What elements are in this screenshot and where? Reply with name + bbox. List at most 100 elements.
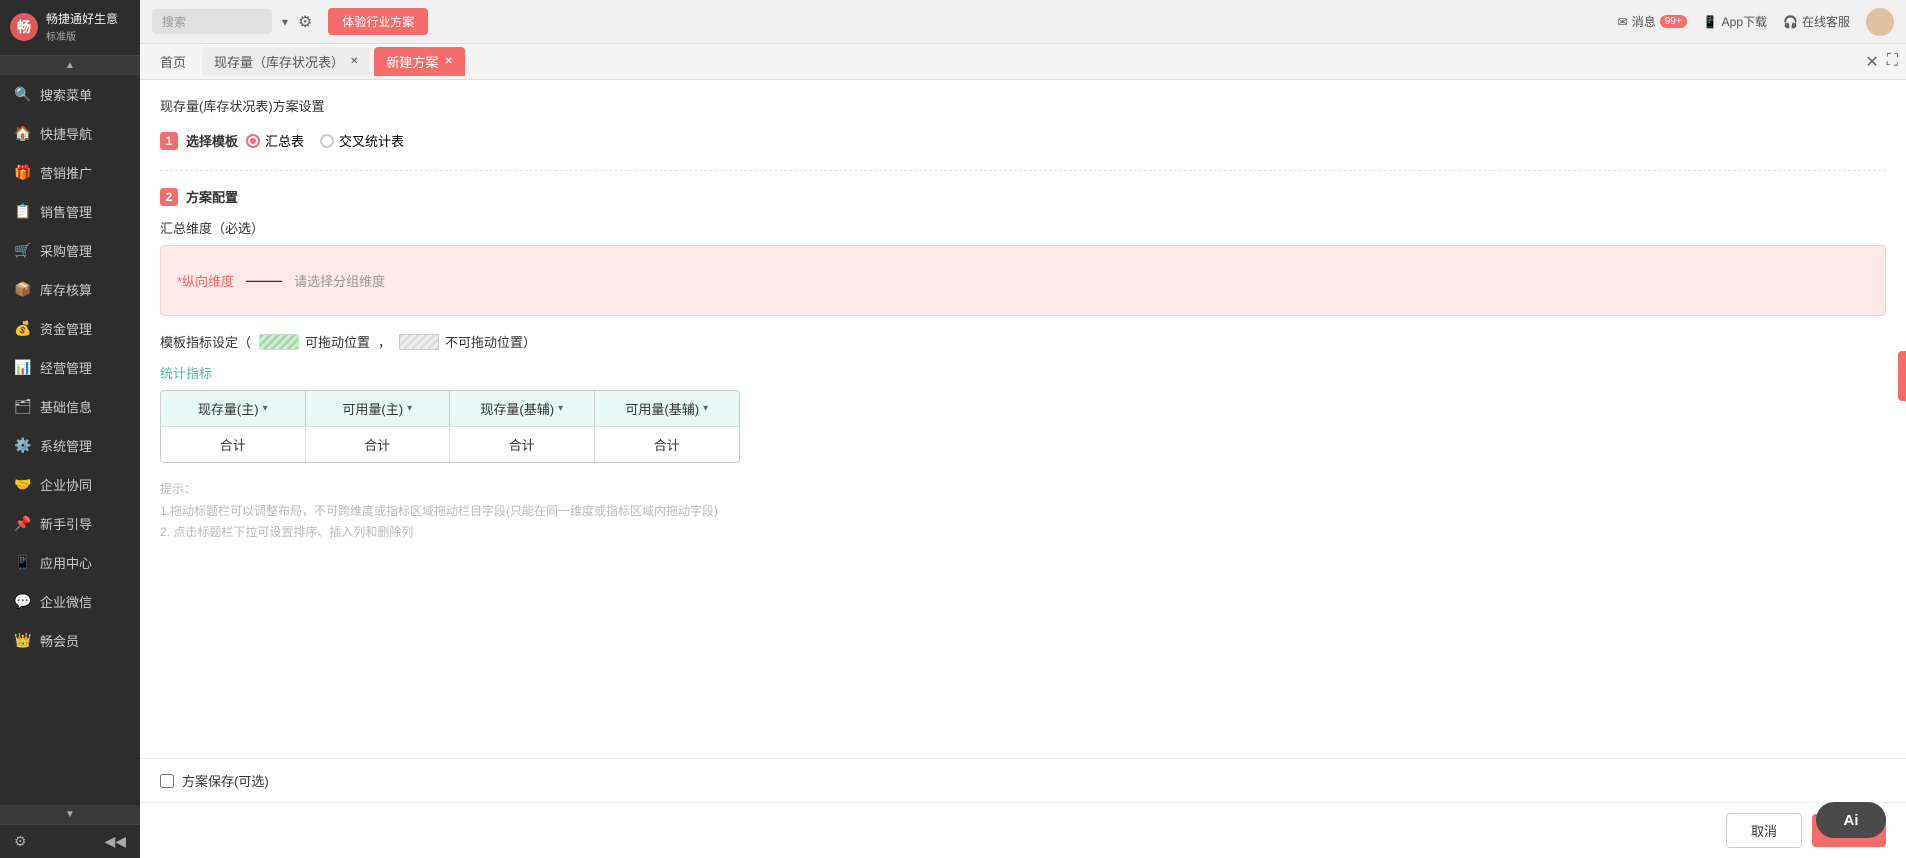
sidebar-item-management-label: 经营管理: [40, 358, 92, 377]
user-avatar[interactable]: [1866, 8, 1894, 36]
sidebar-item-management[interactable]: 📊 经营管理: [0, 348, 140, 387]
industry-btn[interactable]: 体验行业方案: [328, 8, 428, 35]
sidebar-item-marketing-label: 营销推广: [40, 163, 92, 182]
radio-summary[interactable]: 汇总表: [246, 131, 304, 150]
stats-header-cell-0[interactable]: 现存量(主) ▾: [161, 391, 306, 426]
dimension-area[interactable]: *纵向维度 —— 请选择分组维度: [160, 245, 1886, 316]
message-icon: ✉: [1618, 15, 1628, 29]
tab-new-scheme-close-icon[interactable]: ✕: [444, 56, 452, 67]
sidebar-item-basic[interactable]: 🗂 基础信息: [0, 387, 140, 426]
sidebar-item-inventory-label: 库存核算: [40, 280, 92, 299]
ai-float-btn[interactable]: Ai: [1816, 802, 1886, 838]
sidebar-item-system[interactable]: ⚙️ 系统管理: [0, 426, 140, 465]
content-area: 现存量(库存状况表)方案设置 1 选择模板 汇总表 交叉统计表: [140, 80, 1906, 758]
action-bar: 取消 查询: [140, 802, 1906, 858]
topbar-search-display: 搜索: [152, 9, 272, 34]
tips-area: 提示： 1.拖动标题栏可以调整布局，不可跨维度或指标区域拖动栏目字段(只能在同一…: [160, 479, 1886, 544]
sidebar-item-newbie[interactable]: 📌 新手引导: [0, 504, 140, 543]
radio-summary-label: 汇总表: [265, 131, 304, 150]
sidebar-item-purchase[interactable]: 🛒 采购管理: [0, 231, 140, 270]
headset-icon: 🎧: [1783, 15, 1798, 29]
stats-table: 现存量(主) ▾ 可用量(主) ▾ 现存量(基辅) ▾ 可用量(基辅) ▾: [160, 390, 740, 463]
cancel-button[interactable]: 取消: [1726, 813, 1802, 848]
sidebar-item-member-label: 畅会员: [40, 631, 79, 650]
sidebar-scroll-up[interactable]: ▲: [0, 56, 140, 75]
topbar-gear-icon[interactable]: ⚙: [298, 12, 312, 32]
member-icon: 👑: [14, 631, 32, 649]
save-scheme-checkbox[interactable]: [160, 774, 174, 788]
newbie-icon: 📌: [14, 514, 32, 532]
tab-inventory-close-icon[interactable]: ✕: [350, 56, 358, 67]
settings-footer-icon[interactable]: ⚙: [14, 833, 27, 850]
radio-summary-circle: [246, 134, 260, 148]
stats-table-header: 现存量(主) ▾ 可用量(主) ▾ 现存量(基辅) ▾ 可用量(基辅) ▾: [161, 391, 739, 426]
tab-close-all-icon[interactable]: ✕: [1865, 52, 1878, 72]
stats-body-cell-1: 合计: [306, 426, 451, 462]
app-download-btn[interactable]: 📱 App下载: [1703, 13, 1767, 30]
message-btn[interactable]: ✉ 消息 99+: [1618, 13, 1687, 30]
indicator-label-text: 模板指标设定（: [160, 332, 251, 351]
save-scheme-label: 方案保存(可选): [182, 771, 269, 790]
customer-service-btn[interactable]: 🎧 在线客服: [1783, 13, 1850, 30]
system-icon: ⚙️: [14, 436, 32, 454]
sidebar-item-wechat[interactable]: 💬 企业微信: [0, 582, 140, 621]
management-icon: 📊: [14, 358, 32, 376]
sidebar-item-finance-label: 资金管理: [40, 319, 92, 338]
tab-home[interactable]: 首页: [148, 47, 198, 76]
indicator-draggable-swatch: [259, 334, 299, 350]
tip-2: 2. 点击标题栏下拉可设置排序、插入列和删除列: [160, 522, 1886, 544]
radio-cross-label: 交叉统计表: [339, 131, 404, 150]
sidebar-item-finance[interactable]: 💰 资金管理: [0, 309, 140, 348]
stats-header-cell-3[interactable]: 可用量(基辅) ▾: [595, 391, 740, 426]
volume-footer-icon[interactable]: ◀◀: [104, 833, 126, 850]
stats-header-cell-2[interactable]: 现存量(基辅) ▾: [450, 391, 595, 426]
tab-inventory-status[interactable]: 现存量（库存状况表） ✕: [202, 47, 370, 76]
page-title: 现存量(库存状况表)方案设置: [160, 96, 1886, 115]
basic-icon: 🗂: [14, 397, 32, 415]
message-label: 消息: [1632, 13, 1656, 30]
sidebar-item-member[interactable]: 👑 畅会员: [0, 621, 140, 660]
sales-icon: 📋: [14, 202, 32, 220]
radio-cross[interactable]: 交叉统计表: [320, 131, 404, 150]
right-edge-handle[interactable]: [1898, 351, 1906, 401]
stats-header-cell-1[interactable]: 可用量(主) ▾: [306, 391, 451, 426]
logo-icon: 畅: [10, 13, 38, 41]
tab-expand-icon[interactable]: ⛶: [1887, 52, 1898, 72]
content-footer: 方案保存(可选): [140, 758, 1906, 802]
sidebar-item-shortcut-label: 快捷导航: [40, 124, 92, 143]
section2-title: 方案配置: [186, 187, 238, 206]
stats-header-label-3: 可用量(基辅): [625, 399, 699, 418]
indicator-separator: ，: [378, 332, 391, 351]
sidebar-footer: ⚙ ◀◀: [0, 824, 140, 858]
topbar: 搜索 ▾ ⚙ 体验行业方案 ✉ 消息 99+ 📱 App下载 🎧 在线客服: [140, 0, 1906, 44]
sidebar-item-shortcut[interactable]: 🏠 快捷导航: [0, 114, 140, 153]
tab-new-scheme[interactable]: 新建方案 ✕: [374, 47, 464, 76]
divider1: [160, 170, 1886, 171]
dimension-vertical-label: *纵向维度: [177, 271, 234, 290]
search-icon: 🔍: [14, 85, 32, 103]
app-download-label: App下载: [1722, 13, 1767, 30]
tabs-bar: 首页 现存量（库存状况表） ✕ 新建方案 ✕ ✕ ⛶: [140, 44, 1906, 80]
dimension-required-label: 汇总维度（必选）: [160, 218, 1886, 237]
sidebar-item-search[interactable]: 🔍 搜索菜单: [0, 75, 140, 114]
dimension-arrow: ——: [246, 270, 282, 291]
stats-body-cell-0: 合计: [161, 426, 306, 462]
chevron-down-icon-0: ▾: [263, 403, 268, 414]
cooperation-icon: 🤝: [14, 475, 32, 493]
sidebar-item-marketing[interactable]: 🎁 营销推广: [0, 153, 140, 192]
sidebar-item-purchase-label: 采购管理: [40, 241, 92, 260]
sidebar-scroll-down[interactable]: ▼: [0, 805, 140, 824]
stats-header-label-1: 可用量(主): [342, 399, 403, 418]
stats-body-cell-3: 合计: [595, 426, 740, 462]
radio-cross-circle: [320, 134, 334, 148]
sidebar-item-inventory[interactable]: 📦 库存核算: [0, 270, 140, 309]
sidebar-item-apps[interactable]: 📱 应用中心: [0, 543, 140, 582]
sidebar-item-cooperation-label: 企业协同: [40, 475, 92, 494]
topbar-dropdown-icon[interactable]: ▾: [282, 15, 288, 29]
app-version: 标准版: [46, 28, 118, 43]
tip-1: 1.拖动标题栏可以调整布局，不可跨维度或指标区域拖动栏目字段(只能在同一维度或指…: [160, 501, 1886, 523]
indicator-non-draggable-swatch: [399, 334, 439, 350]
sidebar-item-cooperation[interactable]: 🤝 企业协同: [0, 465, 140, 504]
sidebar-item-sales[interactable]: 📋 销售管理: [0, 192, 140, 231]
tips-title: 提示：: [160, 479, 1886, 501]
